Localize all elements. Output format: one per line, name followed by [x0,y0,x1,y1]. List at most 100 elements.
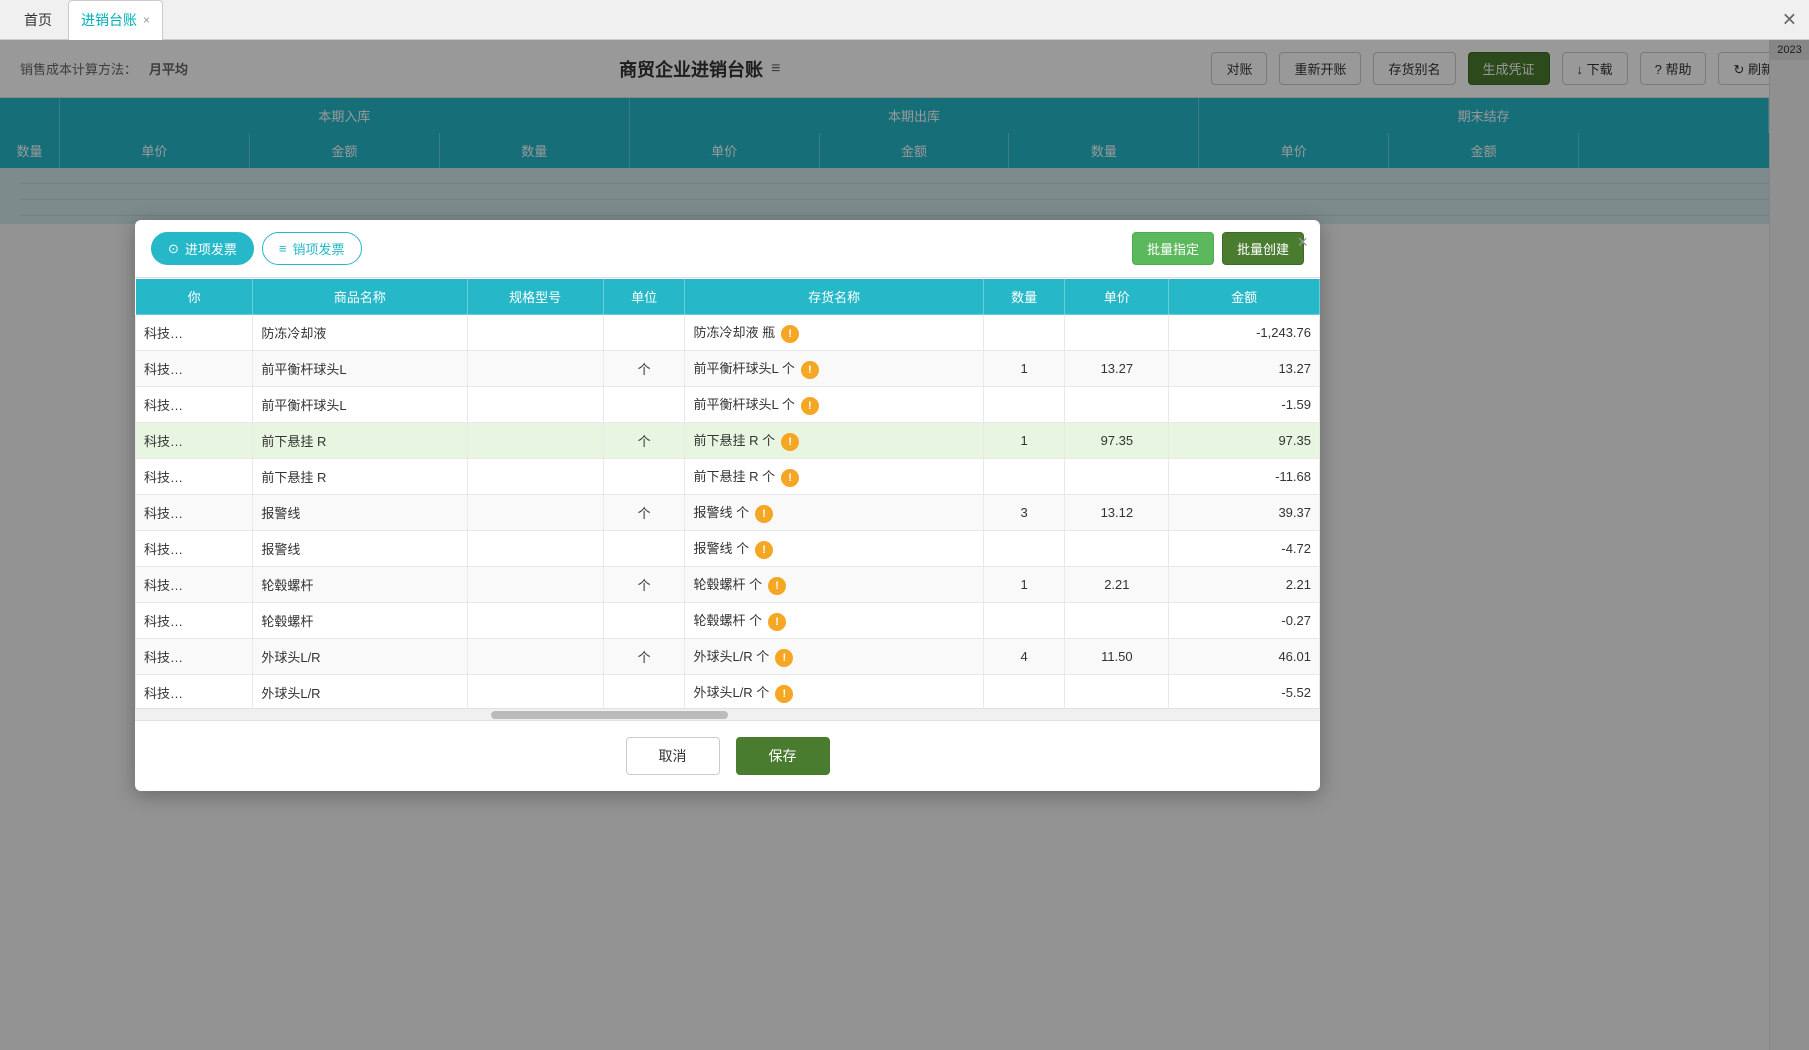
tab-close-icon[interactable]: × [143,0,150,40]
cell-0: 科技… [136,315,253,351]
warning-icon: ! [768,577,786,595]
inventory-cell: 前平衡杆球头L 个! [685,351,983,387]
cell-1: 防冻冷却液 [253,315,467,351]
warning-icon: ! [775,649,793,667]
inventory-cell: 报警线 个! [685,531,983,567]
cell-3: 个 [603,495,685,531]
cell-6 [1065,459,1169,495]
dialog-close-button[interactable]: × [1297,232,1308,253]
cell-6 [1065,531,1169,567]
table-row: 科技…防冻冷却液防冻冷却液 瓶!-1,243.76 [136,315,1320,351]
cell-7: 39.37 [1169,495,1320,531]
main-area: 销售成本计算方法： 月平均 商贸企业进销台账 ≡ 对账 重新开账 存货别名 生成… [0,40,1809,1050]
cell-3: 个 [603,423,685,459]
tab-active-label: 进销台账 [81,0,137,40]
window-close-button[interactable]: ✕ [1782,9,1797,30]
tab-active[interactable]: 进销台账 × [68,0,163,40]
warning-icon: ! [755,505,773,523]
inventory-cell: 前下悬挂 R 个! [685,423,983,459]
cell-6 [1065,387,1169,423]
col-header-amount: 金额 [1169,279,1320,315]
table-container[interactable]: 你 商品名称 规格型号 单位 存货名称 数量 单价 金额 科技…防冻冷却液防冻冷… [135,278,1320,708]
cell-1: 轮毂螺杆 [253,603,467,639]
cell-6 [1065,603,1169,639]
cell-3 [603,315,685,351]
cell-5: 3 [983,495,1065,531]
cell-2 [467,495,603,531]
cell-3 [603,531,685,567]
dialog-actions: 批量指定 批量创建 [1132,232,1304,265]
warning-icon: ! [781,469,799,487]
incoming-icon: ⊙ [168,241,179,257]
cell-5 [983,315,1065,351]
cell-2 [467,459,603,495]
cell-1: 外球头L/R [253,675,467,709]
cell-2 [467,567,603,603]
cell-7: -1.59 [1169,387,1320,423]
warning-icon: ! [781,325,799,343]
tab-home[interactable]: 首页 [8,0,68,40]
cell-1: 前平衡杆球头L [253,351,467,387]
invoice-table: 你 商品名称 规格型号 单位 存货名称 数量 单价 金额 科技…防冻冷却液防冻冷… [135,278,1320,708]
warning-icon: ! [775,685,793,703]
cell-6: 13.27 [1065,351,1169,387]
cell-2 [467,351,603,387]
cell-7: -0.27 [1169,603,1320,639]
col-header-unit: 单位 [603,279,685,315]
cell-7: -5.52 [1169,675,1320,709]
cell-5 [983,531,1065,567]
tab-incoming-invoice[interactable]: ⊙ 进项发票 [151,232,254,265]
cell-7: -11.68 [1169,459,1320,495]
table-row: 科技…外球头L/R个外球头L/R 个!411.5046.01 [136,639,1320,675]
horizontal-scrollbar[interactable] [135,708,1320,720]
warning-icon: ! [781,433,799,451]
inventory-cell: 外球头L/R 个! [685,639,983,675]
cell-3 [603,387,685,423]
cell-6 [1065,315,1169,351]
save-button[interactable]: 保存 [736,737,830,775]
cell-2 [467,315,603,351]
table-row: 科技…前平衡杆球头L前平衡杆球头L 个!-1.59 [136,387,1320,423]
cell-5: 1 [983,351,1065,387]
cell-5 [983,459,1065,495]
cell-7: 97.35 [1169,423,1320,459]
cell-6: 97.35 [1065,423,1169,459]
table-row: 科技…前平衡杆球头L个前平衡杆球头L 个!113.2713.27 [136,351,1320,387]
table-row: 科技…报警线报警线 个!-4.72 [136,531,1320,567]
warning-icon: ! [755,541,773,559]
warning-icon: ! [768,613,786,631]
cell-0: 科技… [136,495,253,531]
cell-5 [983,387,1065,423]
cell-5 [983,603,1065,639]
cancel-button[interactable]: 取消 [626,737,720,775]
scrollbar-thumb [491,711,728,719]
dialog-footer: 取消 保存 [135,720,1320,791]
warning-icon: ! [801,361,819,379]
cell-0: 科技… [136,639,253,675]
inventory-cell: 前下悬挂 R 个! [685,459,983,495]
batch-assign-button[interactable]: 批量指定 [1132,232,1214,265]
cell-1: 前下悬挂 R [253,423,467,459]
cell-0: 科技… [136,423,253,459]
table-row: 科技…前下悬挂 R前下悬挂 R 个!-11.68 [136,459,1320,495]
inventory-cell: 前平衡杆球头L 个! [685,387,983,423]
tab-outgoing-invoice[interactable]: ≡ 销项发票 [262,232,362,265]
cell-3: 个 [603,351,685,387]
cell-3: 个 [603,639,685,675]
batch-create-button[interactable]: 批量创建 [1222,232,1304,265]
inventory-cell: 轮毂螺杆 个! [685,603,983,639]
cell-0: 科技… [136,567,253,603]
inventory-cell: 轮毂螺杆 个! [685,567,983,603]
cell-7: 2.21 [1169,567,1320,603]
cell-0: 科技… [136,459,253,495]
dialog-header: ⊙ 进项发票 ≡ 销项发票 批量指定 批量创建 × [135,220,1320,278]
cell-0: 科技… [136,675,253,709]
cell-6: 11.50 [1065,639,1169,675]
cell-6: 13.12 [1065,495,1169,531]
cell-3: 个 [603,567,685,603]
cell-0: 科技… [136,603,253,639]
cell-1: 前平衡杆球头L [253,387,467,423]
cell-1: 报警线 [253,531,467,567]
col-header-quantity: 数量 [983,279,1065,315]
warning-icon: ! [801,397,819,415]
